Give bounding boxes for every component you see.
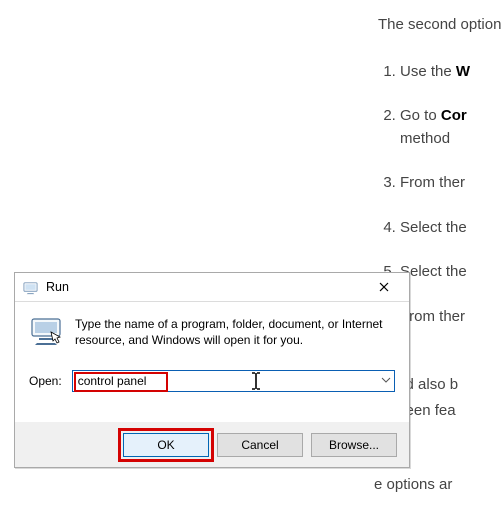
ok-button[interactable]: OK	[123, 433, 209, 457]
close-icon	[379, 282, 389, 292]
open-input[interactable]	[72, 370, 395, 392]
titlebar[interactable]: Run	[15, 273, 409, 302]
window-title: Run	[46, 280, 365, 294]
dialog-body: Type the name of a program, folder, docu…	[15, 302, 409, 422]
run-app-icon	[23, 280, 38, 295]
cancel-button[interactable]: Cancel	[217, 433, 303, 457]
close-button[interactable]	[365, 275, 403, 299]
article-tail-3: e options ar	[374, 474, 452, 497]
dialog-message: Type the name of a program, folder, docu…	[75, 316, 395, 348]
run-large-icon	[29, 314, 63, 348]
article-step-1: Use the W	[400, 61, 504, 84]
browse-button[interactable]: Browse...	[311, 433, 397, 457]
article-intro: The second option do so, follow the	[378, 14, 504, 37]
article-step-3: From ther	[400, 172, 504, 195]
button-row: OK Cancel Browse...	[15, 422, 409, 467]
article-step-6: From ther	[400, 306, 504, 329]
article-step-5: Select the	[400, 261, 504, 284]
run-dialog: Run Type the name of a program, folder, …	[14, 272, 410, 468]
article-step-4: Select the	[400, 217, 504, 240]
open-label: Open:	[29, 374, 62, 388]
article-step-2: Go to Cor method	[400, 105, 504, 150]
